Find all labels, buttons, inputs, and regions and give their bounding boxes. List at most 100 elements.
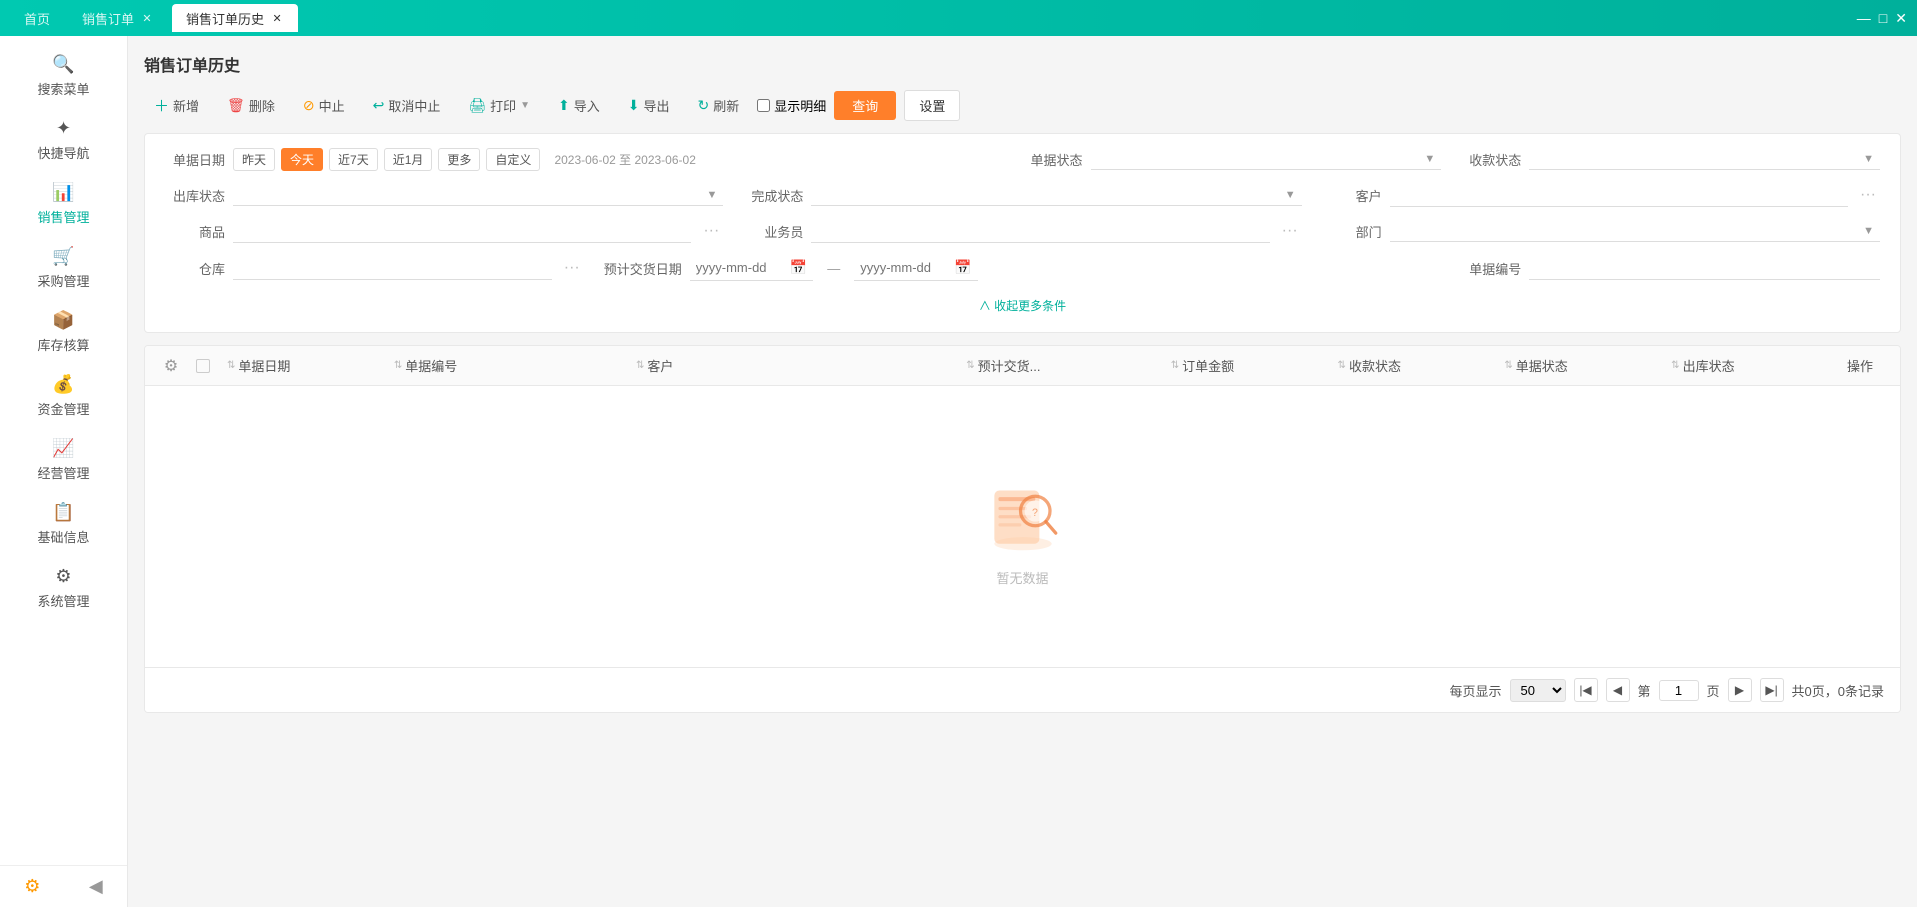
th-date-label: 单据日期: [238, 356, 290, 375]
pay-status-select[interactable]: ▼: [1529, 149, 1880, 170]
th-amount: ⇅ 订单金额: [1163, 356, 1330, 375]
delivery-date-end-input[interactable]: [860, 260, 950, 275]
page-prev-button[interactable]: ◀: [1606, 678, 1630, 702]
ship-status-select[interactable]: ▼: [233, 185, 723, 206]
tab-sales-order-history-label: 销售订单历史: [186, 9, 264, 28]
empty-state-icon: ?: [973, 466, 1073, 556]
sidebar-item-quick-nav[interactable]: ✦ 快捷导航: [0, 108, 127, 172]
calendar-end-icon[interactable]: 📅: [954, 259, 971, 276]
filter-row-4: 仓库 ··· 预计交货日期 📅 — 📅: [165, 255, 1880, 281]
stop-button[interactable]: ⊘ 中止: [293, 91, 355, 120]
sort-icon-pay-status[interactable]: ⇅: [1338, 360, 1346, 371]
page-next-button[interactable]: ▶: [1728, 678, 1752, 702]
top-bar: 首页 销售订单 ✕ 销售订单历史 ✕ — □ ✕: [0, 0, 1917, 36]
department-label: 部门: [1322, 222, 1382, 241]
sort-icon-date[interactable]: ⇅: [227, 360, 235, 371]
tab-sales-order-close[interactable]: ✕: [140, 11, 154, 25]
pay-status-field: 收款状态 ▼: [1461, 149, 1880, 170]
sort-icon-ship-status[interactable]: ⇅: [1671, 360, 1679, 371]
salesperson-input[interactable]: [811, 219, 1269, 243]
product-ellipsis-icon[interactable]: ···: [699, 222, 723, 240]
pay-status-arrow-icon: ▼: [1863, 153, 1874, 165]
sort-icon-delivery[interactable]: ⇅: [966, 360, 974, 371]
department-field: 部门 ▼: [1322, 221, 1880, 242]
complete-status-select[interactable]: ▼: [811, 185, 1301, 206]
query-button[interactable]: 查询: [834, 91, 896, 120]
sidebar-item-quick-nav-label: 快捷导航: [37, 143, 89, 162]
product-input[interactable]: [233, 219, 691, 243]
sidebar-item-sales-mgmt[interactable]: 📊 销售管理: [0, 172, 127, 236]
th-pay-status-label: 收款状态: [1349, 356, 1401, 375]
sidebar-item-purchase-mgmt[interactable]: 🛒 采购管理: [0, 236, 127, 300]
print-button[interactable]: 🖨 打印 ▼: [458, 91, 540, 120]
filter-row-2: 出库状态 ▼ 完成状态 ▼ 客户 ···: [165, 183, 1880, 207]
order-no-label: 单据编号: [1461, 259, 1521, 278]
refresh-button[interactable]: ↻ 刷新: [688, 91, 750, 120]
show-detail-checkbox[interactable]: [757, 99, 770, 112]
import-button[interactable]: ⬆ 导入: [548, 91, 610, 120]
select-all-checkbox[interactable]: [196, 359, 210, 373]
tab-sales-order[interactable]: 销售订单 ✕: [68, 4, 168, 32]
sidebar-item-inventory-label: 库存核算: [37, 335, 89, 354]
date-btn-1month[interactable]: 近1月: [384, 148, 433, 171]
tab-sales-order-history[interactable]: 销售订单历史 ✕: [172, 4, 298, 32]
order-status-field: 单据状态 ▼: [1023, 149, 1442, 170]
date-btn-yesterday[interactable]: 昨天: [233, 148, 275, 171]
salesperson-ellipsis-icon[interactable]: ···: [1278, 222, 1302, 240]
show-detail-checkbox-wrapper[interactable]: 显示明细: [757, 96, 826, 115]
th-ship-status: ⇅ 出库状态: [1663, 356, 1830, 375]
calendar-start-icon[interactable]: 📅: [790, 259, 807, 276]
sidebar-item-operations-label: 经营管理: [37, 463, 89, 482]
table-settings-icon[interactable]: ⚙: [155, 356, 187, 376]
department-select[interactable]: ▼: [1390, 221, 1880, 242]
show-detail-label: 显示明细: [774, 96, 826, 115]
customer-input[interactable]: [1390, 183, 1848, 207]
sort-icon-no[interactable]: ⇅: [394, 360, 402, 371]
date-btn-custom[interactable]: 自定义: [486, 148, 540, 171]
cancel-stop-button[interactable]: ↩ 取消中止: [363, 91, 451, 120]
sidebar-item-operations[interactable]: 📈 经营管理: [0, 428, 127, 492]
page-number-input[interactable]: [1659, 680, 1699, 701]
sort-icon-order-status[interactable]: ⇅: [1504, 360, 1512, 371]
order-status-select[interactable]: ▼: [1091, 149, 1442, 170]
warehouse-input[interactable]: [233, 256, 552, 280]
sort-icon-amount[interactable]: ⇅: [1171, 360, 1179, 371]
sidebar-settings-icon[interactable]: ⚙: [24, 876, 40, 897]
main-layout: 🔍 搜索菜单 ✦ 快捷导航 📊 销售管理 🛒 采购管理 📦 库存核算 💰 资金管…: [0, 36, 1917, 907]
tab-home[interactable]: 首页: [10, 4, 64, 32]
tab-sales-order-history-close[interactable]: ✕: [270, 11, 284, 25]
sidebar-item-finance[interactable]: 💰 资金管理: [0, 364, 127, 428]
date-btn-7days[interactable]: 近7天: [329, 148, 378, 171]
sidebar-item-sys-mgmt[interactable]: ⚙ 系统管理: [0, 556, 127, 620]
page-size-select[interactable]: 50 10 20 100: [1510, 679, 1566, 702]
page-last-button[interactable]: ▶|: [1760, 678, 1784, 702]
quick-nav-icon: ✦: [56, 118, 71, 139]
sidebar-item-base-info[interactable]: 📋 基础信息: [0, 492, 127, 556]
date-btn-more[interactable]: 更多: [438, 148, 480, 171]
new-button[interactable]: ＋ 新增: [144, 90, 209, 121]
export-button[interactable]: ⬇ 导出: [618, 91, 680, 120]
page-size-label: 每页显示: [1449, 681, 1501, 700]
warehouse-ellipsis-icon[interactable]: ···: [560, 259, 584, 277]
date-btn-today[interactable]: 今天: [281, 148, 323, 171]
sidebar-item-inventory[interactable]: 📦 库存核算: [0, 300, 127, 364]
settings-button[interactable]: 设置: [904, 90, 960, 121]
more-conditions-toggle[interactable]: ∧ 收起更多条件: [165, 293, 1880, 318]
delivery-date-start-input[interactable]: [696, 260, 786, 275]
th-delivery: ⇅ 预计交货...: [958, 356, 1163, 375]
delete-button[interactable]: 🗑 删除: [217, 91, 285, 120]
page-first-button[interactable]: |◀: [1574, 678, 1598, 702]
close-btn[interactable]: ✕: [1895, 10, 1907, 27]
inventory-icon: 📦: [52, 310, 74, 331]
maximize-btn[interactable]: □: [1879, 10, 1887, 26]
order-no-input[interactable]: [1529, 256, 1880, 280]
table-select-all[interactable]: [187, 359, 219, 373]
sort-icon-customer[interactable]: ⇅: [636, 360, 644, 371]
customer-ellipsis-icon[interactable]: ···: [1856, 186, 1880, 204]
minimize-btn[interactable]: —: [1857, 10, 1871, 26]
department-arrow-icon: ▼: [1863, 225, 1874, 237]
sidebar-collapse-icon[interactable]: ◀: [89, 876, 103, 897]
data-table: ⚙ ⇅ 单据日期 ⇅ 单据编号 ⇅ 客户 ⇅ 预计交货.: [144, 345, 1901, 713]
sales-mgmt-icon: 📊: [52, 182, 74, 203]
sidebar-item-search-menu[interactable]: 🔍 搜索菜单: [0, 44, 127, 108]
